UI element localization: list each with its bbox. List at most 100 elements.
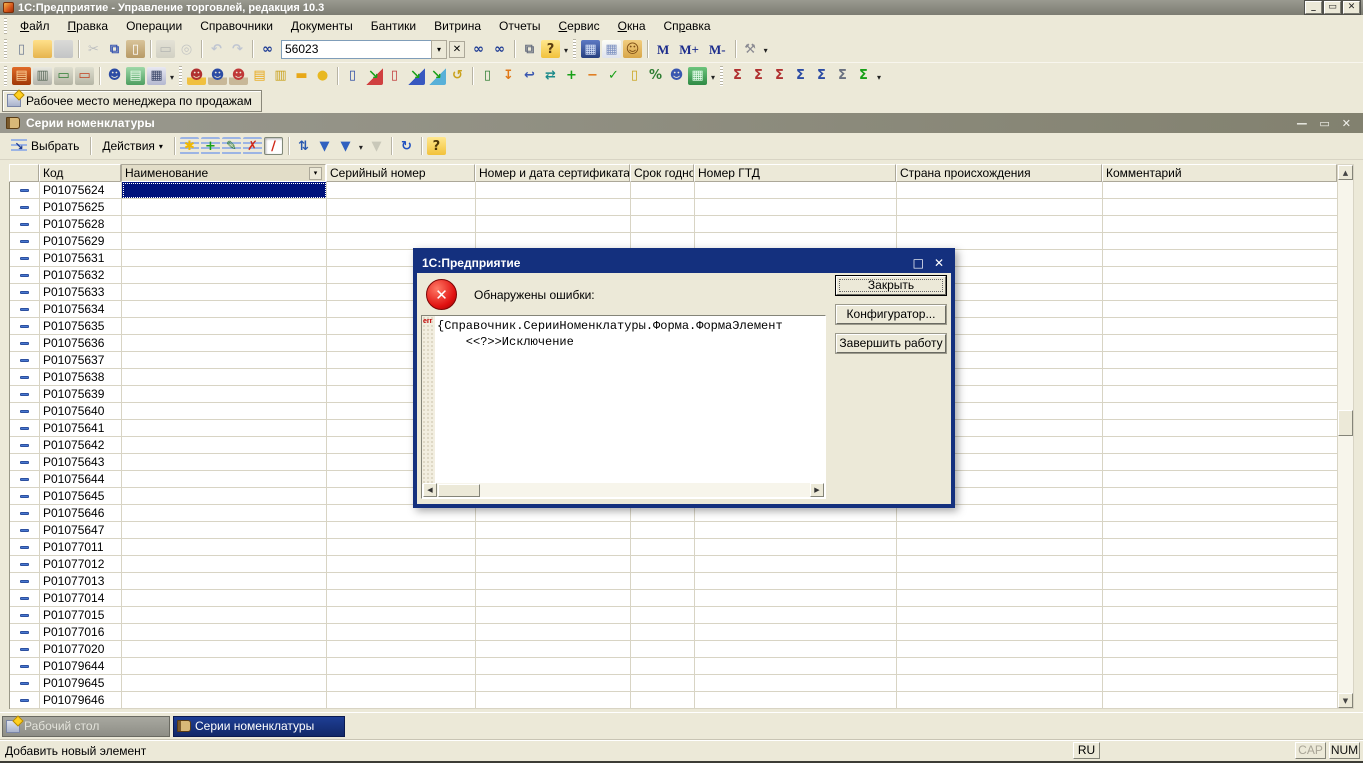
cell-name[interactable] [122,420,327,437]
row-selector[interactable] [10,624,40,641]
memory-m-plus-button[interactable]: M+ [675,40,703,58]
cell-certificate[interactable] [476,539,631,556]
cell-country[interactable] [897,539,1103,556]
add-item-icon[interactable]: ✱ [179,137,199,155]
cell-gtd[interactable] [695,607,897,624]
cell-code[interactable]: P01075636 [40,335,122,352]
row-selector[interactable] [10,607,40,624]
cell-certificate[interactable] [476,522,631,539]
cash-drawer-icon[interactable]: ▤ [12,66,31,85]
row-selector[interactable] [10,454,40,471]
doc-minus-coins-icon[interactable]: − [583,67,602,85]
cell-expiry[interactable] [631,182,695,199]
vertical-scrollbar[interactable]: ▲ ▼ [1337,164,1354,709]
cell-comment[interactable] [1103,420,1337,437]
cell-name[interactable] [122,624,327,641]
cell-code[interactable]: P01077013 [40,573,122,590]
row-selector[interactable] [10,420,40,437]
doc-person-green-icon[interactable]: ▯ [478,67,497,85]
dialog-close-button[interactable]: ✕ [934,256,944,270]
cell-certificate[interactable] [476,590,631,607]
filter-settings-icon[interactable]: ▼ [315,137,334,155]
workspace-tab[interactable]: Рабочее место менеджера по продажам [2,89,262,112]
cell-certificate[interactable] [476,692,631,709]
row-selector[interactable] [10,284,40,301]
cell-name[interactable] [122,658,327,675]
coins-cart-icon[interactable]: ▤ [250,67,269,85]
cell-code[interactable]: P01075635 [40,318,122,335]
find-prev-icon[interactable]: ∞ [490,40,509,58]
cell-serial[interactable] [327,522,476,539]
cell-serial[interactable] [327,539,476,556]
cell-name[interactable] [122,250,327,267]
cell-comment[interactable] [1103,284,1337,301]
help-1c-icon[interactable]: ? [541,40,560,58]
menu-item[interactable]: Отчеты [490,16,549,36]
cell-country[interactable] [897,692,1103,709]
cell-comment[interactable] [1103,267,1337,284]
cell-name[interactable] [122,216,327,233]
cell-comment[interactable] [1103,199,1337,216]
language-indicator[interactable]: RU [1073,742,1100,759]
scroll-left-icon[interactable]: ◀ [423,483,437,497]
cell-name[interactable] [122,539,327,556]
cell-code[interactable]: P01075624 [40,182,122,199]
money-drawer-icon[interactable]: ▤ [126,66,145,85]
cell-comment[interactable] [1103,318,1337,335]
cell-country[interactable] [897,556,1103,573]
cell-country[interactable] [897,590,1103,607]
cell-expiry[interactable] [631,199,695,216]
cell-code[interactable]: P01075647 [40,522,122,539]
dialog-maximize-button[interactable]: □ [913,256,924,270]
cell-name[interactable] [122,692,327,709]
cell-code[interactable]: P01075638 [40,369,122,386]
redo-icon[interactable]: ↷ [228,40,247,58]
cell-code[interactable]: P01075632 [40,267,122,284]
cell-comment[interactable] [1103,539,1337,556]
cell-gtd[interactable] [695,556,897,573]
menu-item[interactable]: Бантики [362,16,425,36]
row-selector[interactable] [10,658,40,675]
cell-certificate[interactable] [476,556,631,573]
transfer-goods-icon[interactable]: ↘ [427,66,446,85]
cell-comment[interactable] [1103,675,1337,692]
cell-comment[interactable] [1103,352,1337,369]
cell-code[interactable]: P01077014 [40,590,122,607]
cell-name[interactable] [122,590,327,607]
cell-name[interactable] [122,607,327,624]
cell-comment[interactable] [1103,471,1337,488]
cell-name[interactable] [122,352,327,369]
search-clear-icon[interactable]: ✕ [449,40,465,58]
minimize-button[interactable]: _ [1305,1,1322,14]
search-dropdown-icon[interactable]: ▾ [431,39,447,59]
restore-button[interactable]: ▭ [1324,1,1341,14]
cell-name[interactable] [122,675,327,692]
coins-stack-icon[interactable]: ● [313,67,332,85]
row-selector[interactable] [10,573,40,590]
cell-comment[interactable] [1103,403,1337,420]
cell-serial[interactable] [327,692,476,709]
row-selector[interactable] [10,335,40,352]
cell-country[interactable] [897,522,1103,539]
cell-country[interactable] [897,607,1103,624]
doc-percent-icon[interactable]: % [646,67,665,85]
memory-m-button[interactable]: M [653,40,673,58]
cell-gtd[interactable] [695,216,897,233]
col-code[interactable]: Код [39,164,121,182]
cell-expiry[interactable] [631,573,695,590]
cell-certificate[interactable] [476,607,631,624]
cell-comment[interactable] [1103,182,1337,199]
close-button[interactable]: ✕ [1343,1,1360,14]
cell-comment[interactable] [1103,641,1337,658]
cell-gtd[interactable] [695,692,897,709]
new-document-icon[interactable]: ▯ [12,40,31,58]
edit-item-icon[interactable]: ✎ [221,137,241,155]
cell-expiry[interactable] [631,590,695,607]
row-selector[interactable] [10,556,40,573]
doc-buyer-icon[interactable]: ☻ [667,67,686,85]
cell-serial[interactable] [327,607,476,624]
filter-by-value-icon[interactable]: ▼ [336,137,355,155]
cell-country[interactable] [897,675,1103,692]
child-restore-button[interactable]: ▭ [1319,117,1329,130]
cell-certificate[interactable] [476,675,631,692]
